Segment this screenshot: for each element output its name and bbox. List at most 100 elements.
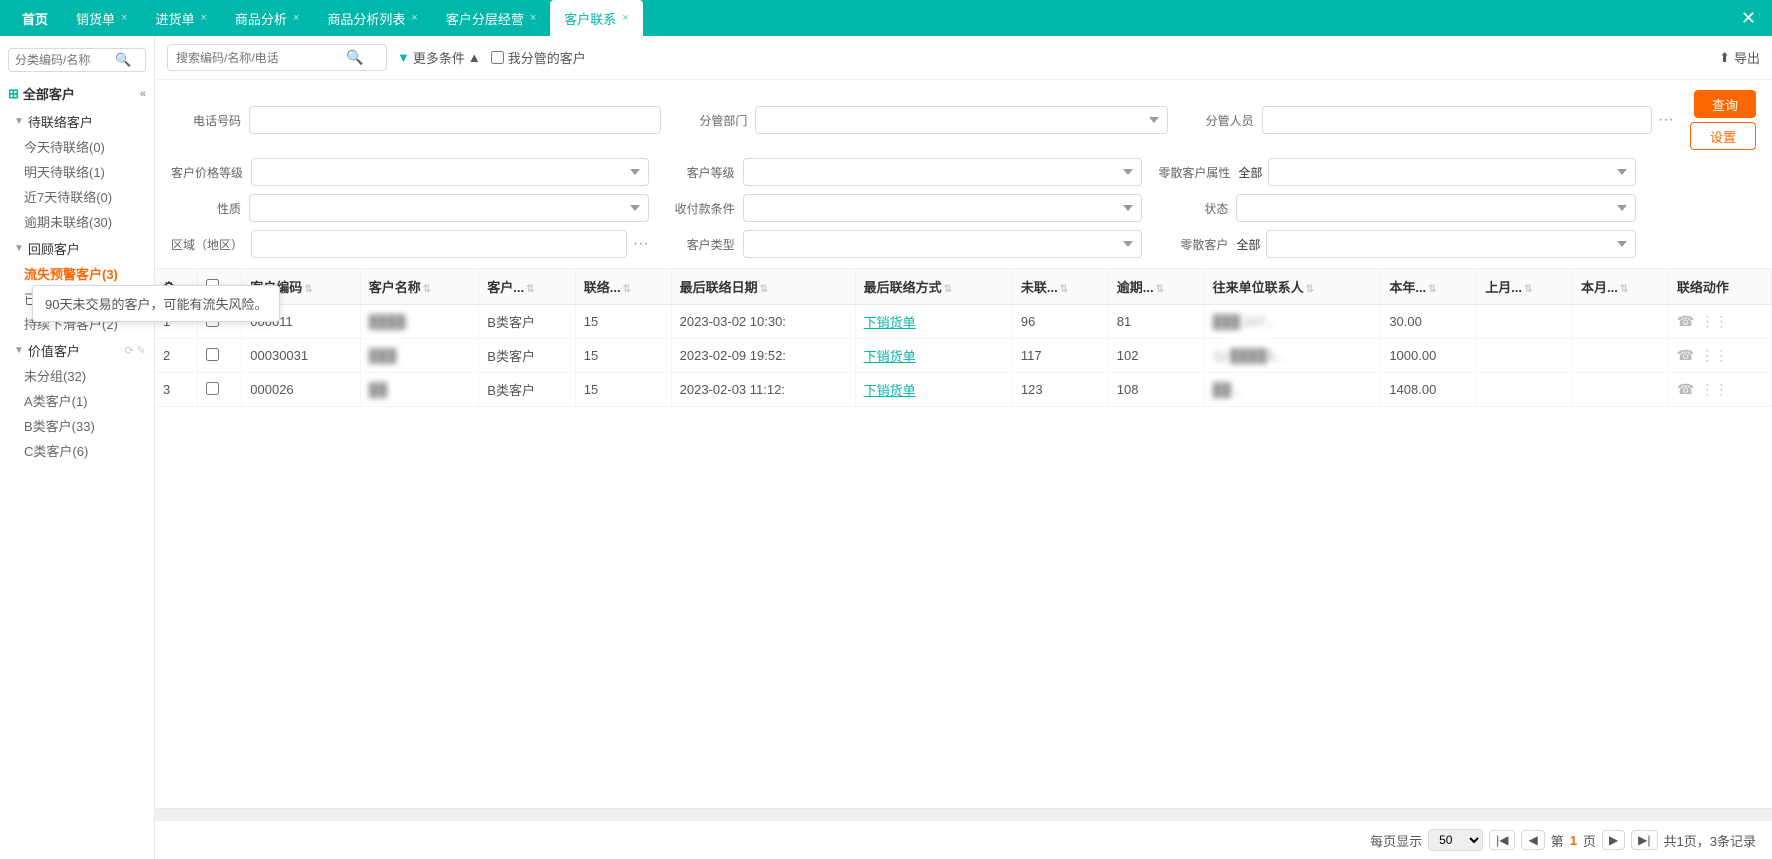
action-more-icon[interactable]: ⋮⋮ (1700, 313, 1728, 330)
page-prev-button[interactable]: ◀ (1521, 830, 1544, 850)
action-contact-icon[interactable]: ☎ (1677, 313, 1694, 330)
cell-overdue: 102 (1108, 339, 1204, 373)
nav-item-goods-analysis[interactable]: 商品分析 × (221, 0, 313, 36)
filter-input-manager[interactable] (1262, 106, 1652, 134)
filter-field-customer-level: 客户等级 (665, 158, 1143, 186)
contact-method-link[interactable]: 下销货单 (864, 315, 916, 330)
filter-input-phone[interactable] (249, 106, 661, 134)
contact-method-link[interactable]: 下销货单 (864, 383, 916, 398)
page-last-button[interactable]: ▶| (1631, 830, 1657, 850)
action-more-icon[interactable]: ⋮⋮ (1700, 347, 1728, 364)
arrow-down-icon-2: ▼ (14, 243, 24, 254)
col-overdue: 逾期...⇅ (1108, 269, 1204, 305)
filter-select-price-level[interactable] (251, 158, 649, 186)
cell-checkbox (197, 373, 242, 407)
export-icon: ⬆ (1719, 50, 1730, 66)
cell-this-month (1573, 373, 1669, 407)
filter-select-retail-attr[interactable] (1268, 158, 1636, 186)
row-checkbox[interactable] (206, 382, 219, 395)
filter-select-payment[interactable] (743, 194, 1143, 222)
col-action: 联络动作 (1668, 269, 1771, 305)
search-icon[interactable]: 🔍 (346, 49, 363, 66)
sidebar-section-title-contact[interactable]: ▼ 待联络客户 (0, 109, 154, 134)
cell-name: ████ (360, 305, 479, 339)
filter-field-retail-attr: 零散客户属性 全部 (1158, 158, 1636, 186)
search-input[interactable] (176, 51, 346, 65)
cell-last-month (1477, 305, 1573, 339)
contact-method-link[interactable]: 下销货单 (864, 349, 916, 364)
cell-name: ██ (360, 373, 479, 407)
sidebar-item-class-c[interactable]: C类客户(6) (0, 438, 154, 463)
page-next-button[interactable]: ▶ (1602, 830, 1625, 850)
window-close-button[interactable]: ✕ (1733, 8, 1764, 29)
sidebar-section-title-review[interactable]: ▼ 回顾客户 (0, 236, 154, 261)
filter-select-customer-level[interactable] (743, 158, 1143, 186)
top-nav: 首页 销货单 × 进货单 × 商品分析 × 商品分析列表 × 客户分层经营 × … (0, 0, 1772, 36)
filter-field-dept: 分管部门 (677, 106, 1167, 134)
filter-label-customer-type: 客户类型 (665, 236, 735, 253)
sidebar-item-class-a[interactable]: A类客户(1) (0, 388, 154, 413)
close-icon-sales[interactable]: × (121, 12, 127, 24)
arrow-down-icon: ▼ (14, 116, 24, 127)
action-buttons: 查询 设置 (1682, 90, 1756, 150)
tooltip-churn-warning: 90天未交易的客户，可能有流失风险。 (32, 285, 155, 322)
sidebar-item-churn-warning[interactable]: 流失预警客户(3) (0, 261, 154, 286)
action-contact-icon[interactable]: ☎ (1677, 347, 1694, 364)
close-icon-goods-analysis[interactable]: × (293, 12, 299, 24)
sidebar-section-title-value[interactable]: ▼ 价值客户 ⟳ ✎ (0, 338, 154, 363)
row-checkbox[interactable] (206, 348, 219, 361)
filter-select-retail-customer[interactable] (1266, 230, 1636, 258)
close-icon-purchase[interactable]: × (200, 12, 206, 24)
filter-select-dept[interactable] (755, 106, 1167, 134)
filter-input-region[interactable] (251, 230, 627, 258)
dots-icon-region[interactable]: ··· (633, 235, 649, 253)
sidebar-item-class-b[interactable]: B类客户(33) (0, 413, 154, 438)
col-no-contact-days: 未联...⇅ (1012, 269, 1108, 305)
close-icon-customer-contact[interactable]: × (622, 12, 628, 24)
export-button[interactable]: ⬆ 导出 (1719, 48, 1760, 67)
filter-label-payment: 收付款条件 (665, 200, 735, 217)
sidebar-item-overdue-contact[interactable]: 逾期未联络(30) (0, 209, 154, 234)
nav-item-customer-layer[interactable]: 客户分层经营 × (432, 0, 550, 36)
cell-this-month (1573, 305, 1669, 339)
query-button[interactable]: 查询 (1694, 90, 1756, 118)
dots-icon-manager[interactable]: ··· (1658, 111, 1674, 129)
setting-button[interactable]: 设置 (1690, 122, 1756, 150)
more-filter-button[interactable]: ▼ 更多条件 ▲ (397, 48, 481, 67)
cell-num: 2 (155, 339, 197, 373)
nav-item-sales[interactable]: 销货单 × (62, 0, 141, 36)
cell-action: ☎ ⋮⋮ (1668, 305, 1771, 339)
sidebar-section-contact: ▼ 待联络客户 今天待联络(0) 明天待联络(1) 近7天待联络(0) 逾期未联… (0, 109, 154, 234)
horizontal-scrollbar[interactable] (155, 808, 1772, 820)
cell-type: B类客户 (479, 305, 576, 339)
sidebar-item-week-contact[interactable]: 近7天待联络(0) (0, 184, 154, 209)
table-row: 2 00030031 ███ B类客户 15 2023-02-09 19:52:… (155, 339, 1772, 373)
nav-item-home[interactable]: 首页 (8, 0, 62, 36)
cell-last-contact-method: 下销货单 (855, 339, 1012, 373)
cell-code: 000026 (242, 373, 361, 407)
sidebar-search-input[interactable] (15, 53, 115, 67)
close-icon-customer-layer[interactable]: × (530, 12, 536, 24)
cell-num: 3 (155, 373, 197, 407)
sidebar-all-customers[interactable]: ⊞ 全部客户 « (0, 80, 154, 107)
nav-item-customer-contact[interactable]: 客户联系 × (550, 0, 642, 36)
cell-contact: 15 (575, 305, 671, 339)
sidebar-item-tomorrow-contact[interactable]: 明天待联络(1) (0, 159, 154, 184)
filter-select-customer-type[interactable] (743, 230, 1143, 258)
sidebar-item-ungrouped[interactable]: 未分组(32) (0, 363, 154, 388)
close-icon-goods-list[interactable]: × (411, 12, 417, 24)
nav-item-purchase[interactable]: 进货单 × (141, 0, 220, 36)
filter-select-status[interactable] (1236, 194, 1636, 222)
col-this-year: 本年...⇅ (1381, 269, 1477, 305)
my-customers-checkbox[interactable] (491, 51, 504, 64)
page-first-button[interactable]: |◀ (1489, 830, 1515, 850)
action-contact-icon[interactable]: ☎ (1677, 381, 1694, 398)
sidebar-item-today-contact[interactable]: 今天待联络(0) (0, 134, 154, 159)
nav-item-goods-analysis-list[interactable]: 商品分析列表 × (313, 0, 431, 36)
filter-label-retail-attr: 零散客户属性 (1158, 164, 1230, 181)
filter-field-manager: 分管人员 ··· (1184, 106, 1674, 134)
filter-select-nature[interactable] (249, 194, 649, 222)
page-size-select[interactable]: 50 100 (1428, 829, 1483, 851)
action-more-icon[interactable]: ⋮⋮ (1700, 381, 1728, 398)
filter-field-payment: 收付款条件 (665, 194, 1143, 222)
